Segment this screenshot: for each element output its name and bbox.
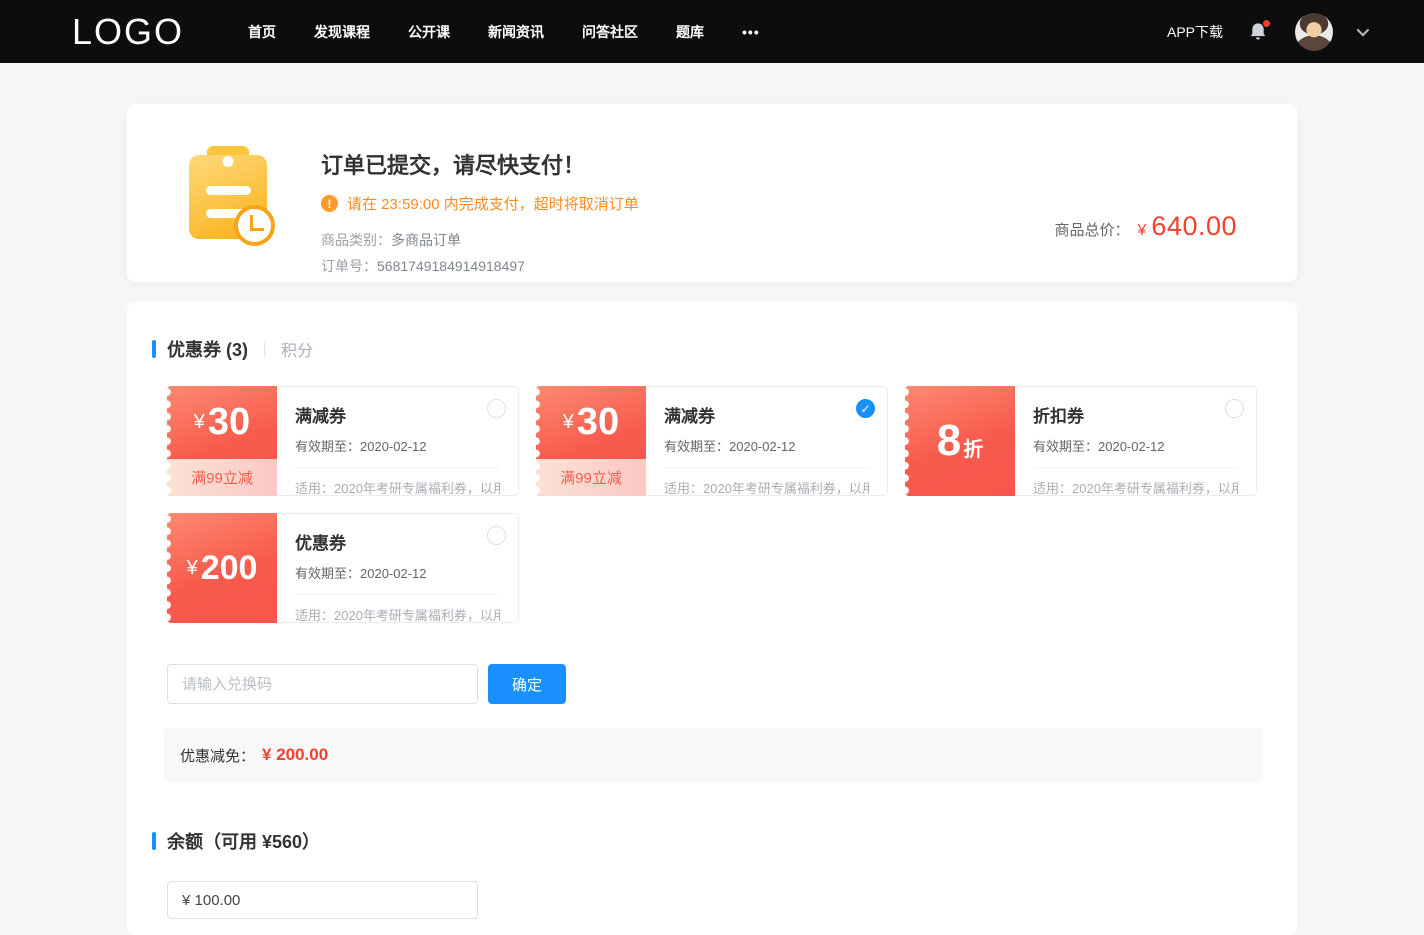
logo[interactable]: LOGO xyxy=(72,11,184,53)
coupon-amount-prefix: ¥ xyxy=(187,557,198,580)
nav-item-discover-courses[interactable]: 发现课程 xyxy=(314,22,370,42)
currency-symbol: ¥ xyxy=(1138,222,1147,240)
coupon-grid: ¥30 满99立减 满减券 有效期至：2020-02-12 适用：2020年考研… xyxy=(167,386,1257,623)
redeem-code-input[interactable] xyxy=(167,664,478,704)
nav-right-area: APP下载 xyxy=(1167,13,1366,51)
section-accent-bar xyxy=(152,832,156,850)
coupon-card-full-reduction-1[interactable]: ¥30 满99立减 满减券 有效期至：2020-02-12 适用：2020年考研… xyxy=(167,386,519,496)
top-navbar: LOGO 首页 发现课程 公开课 新闻资讯 问答社区 题库 ••• APP下载 xyxy=(0,0,1424,63)
coupon-body: 满减券 有效期至：2020-02-12 适用：2020年考研专属福利券，以用..… xyxy=(646,387,887,495)
nav-item-open-courses[interactable]: 公开课 xyxy=(408,22,450,42)
coupon-title: 满减券 xyxy=(295,402,500,427)
coupon-radio-unchecked[interactable] xyxy=(1225,399,1244,418)
coupon-validity: 有效期至：2020-02-12 xyxy=(1033,436,1238,468)
nav-menu: 首页 发现课程 公开课 新闻资讯 问答社区 题库 ••• xyxy=(248,22,760,42)
coupon-amount-suffix: 折 xyxy=(963,433,983,462)
nav-item-home[interactable]: 首页 xyxy=(248,22,276,42)
coupon-stub: 8折 xyxy=(905,386,1015,496)
coupon-scope: 适用：2020年考研专属福利券，以用... xyxy=(1033,478,1238,495)
order-category-label: 商品类别： xyxy=(321,232,391,248)
coupon-title: 满减券 xyxy=(664,402,869,427)
order-title: 订单已提交，请尽快支付！ xyxy=(321,148,639,180)
tab-divider xyxy=(264,341,265,357)
nav-item-question-bank[interactable]: 题库 xyxy=(676,22,704,42)
order-info: 订单已提交，请尽快支付！ ! 请在 23:59:00 内完成支付，超时将取消订单… xyxy=(321,146,639,240)
coupon-card-discount[interactable]: 8折 折扣券 有效期至：2020-02-12 适用：2020年考研专属福利券，以… xyxy=(905,386,1257,496)
order-number-label: 订单号： xyxy=(321,258,377,274)
coupon-stub: ¥30 满99立减 xyxy=(167,386,277,496)
coupon-validity: 有效期至：2020-02-12 xyxy=(664,436,869,468)
order-number-value: 5681749184914918497 xyxy=(377,258,525,274)
coupon-condition: 满99立减 xyxy=(536,459,646,496)
coupon-amount-prefix: ¥ xyxy=(563,411,574,434)
notification-bell-icon[interactable] xyxy=(1247,20,1271,44)
coupon-amount: ¥30 xyxy=(536,386,646,459)
coupon-radio-unchecked[interactable] xyxy=(487,526,506,545)
coupon-amount-value: 30 xyxy=(208,401,250,444)
order-total-label: 商品总价： xyxy=(1054,219,1129,240)
warning-text: 请在 23:59:00 内完成支付，超时将取消订单 xyxy=(347,193,639,214)
balance-section-header: 余额（可用 ¥560） xyxy=(152,828,1257,854)
coupon-title: 折扣券 xyxy=(1033,402,1238,427)
coupon-radio-unchecked[interactable] xyxy=(487,399,506,418)
nav-more-menu[interactable]: ••• xyxy=(742,24,760,40)
user-avatar[interactable] xyxy=(1295,13,1333,51)
page-content: 订单已提交，请尽快支付！ ! 请在 23:59:00 内完成支付，超时将取消订单… xyxy=(127,104,1297,935)
tab-coupons[interactable]: 优惠券 (3) xyxy=(167,336,248,362)
exclamation-icon: ! xyxy=(321,195,338,212)
discount-label: 优惠减免： xyxy=(180,745,255,766)
order-total: 商品总价： ¥ 640.00 xyxy=(1054,211,1237,242)
nav-item-news[interactable]: 新闻资讯 xyxy=(488,22,544,42)
discount-value: ¥ 200.00 xyxy=(262,745,328,765)
coupon-section-header: 优惠券 (3) 积分 xyxy=(152,336,1257,362)
confirm-button[interactable]: 确定 xyxy=(488,664,566,704)
coupon-amount: ¥30 xyxy=(167,386,277,459)
coupon-amount: ¥200 xyxy=(167,513,277,623)
coupon-stub: ¥30 满99立减 xyxy=(536,386,646,496)
clipboard-clip-dot xyxy=(223,156,234,167)
coupon-stub: ¥200 xyxy=(167,513,277,623)
coupon-amount-prefix: ¥ xyxy=(194,411,205,434)
coupon-scope: 适用：2020年考研专属福利券，以用... xyxy=(295,478,500,495)
coupon-body: 折扣券 有效期至：2020-02-12 适用：2020年考研专属福利券，以用..… xyxy=(1015,387,1256,495)
clipboard-clock-icon xyxy=(187,146,275,242)
coupon-amount-value: 30 xyxy=(577,401,619,444)
coupon-card-voucher[interactable]: ¥200 优惠券 有效期至：2020-02-12 适用：2020年考研专属福利券… xyxy=(167,513,519,623)
app-download-link[interactable]: APP下载 xyxy=(1167,22,1223,42)
coupon-validity: 有效期至：2020-02-12 xyxy=(295,436,500,468)
coupon-scope: 适用：2020年考研专属福利券，以用... xyxy=(295,605,500,622)
coupon-body: 满减券 有效期至：2020-02-12 适用：2020年考研专属福利券，以用..… xyxy=(277,387,518,495)
order-total-amount: 640.00 xyxy=(1151,211,1237,242)
discount-summary-strip: 优惠减免： ¥ 200.00 xyxy=(164,728,1262,782)
coupon-radio-checked[interactable]: ✓ xyxy=(856,399,875,418)
order-number-row: 订单号：5681749184914918497 xyxy=(321,253,639,279)
order-status-card: 订单已提交，请尽快支付！ ! 请在 23:59:00 内完成支付，超时将取消订单… xyxy=(127,104,1297,282)
coupon-amount-value: 200 xyxy=(201,549,258,588)
coupon-title: 优惠券 xyxy=(295,529,500,554)
notification-badge xyxy=(1263,20,1270,27)
order-category-value: 多商品订单 xyxy=(391,232,461,248)
payment-deadline-warning: ! 请在 23:59:00 内完成支付，超时将取消订单 xyxy=(321,193,639,214)
chevron-down-icon[interactable] xyxy=(1357,24,1370,37)
payment-options-panel: 优惠券 (3) 积分 ¥30 满99立减 满减券 有效期至：2020-02-12… xyxy=(127,302,1297,935)
section-accent-bar xyxy=(152,340,156,358)
clipboard-line xyxy=(206,186,251,195)
clock-badge-icon xyxy=(234,205,275,246)
redeem-code-row: 确定 xyxy=(167,664,1257,704)
coupon-amount-value: 8 xyxy=(937,416,961,466)
check-icon: ✓ xyxy=(860,403,870,415)
coupon-card-full-reduction-2[interactable]: ¥30 满99立减 满减券 有效期至：2020-02-12 适用：2020年考研… xyxy=(536,386,888,496)
coupon-condition: 满99立减 xyxy=(167,459,277,496)
tab-points[interactable]: 积分 xyxy=(281,337,313,361)
coupon-scope: 适用：2020年考研专属福利券，以用... xyxy=(664,478,869,495)
nav-item-qa-community[interactable]: 问答社区 xyxy=(582,22,638,42)
coupon-amount: 8折 xyxy=(905,386,1015,496)
balance-title: 余额（可用 ¥560） xyxy=(167,828,320,854)
coupon-validity: 有效期至：2020-02-12 xyxy=(295,563,500,595)
balance-amount-input[interactable] xyxy=(167,881,478,919)
coupon-body: 优惠券 有效期至：2020-02-12 适用：2020年考研专属福利券，以用..… xyxy=(277,514,518,622)
order-category-row: 商品类别：多商品订单 xyxy=(321,227,639,253)
